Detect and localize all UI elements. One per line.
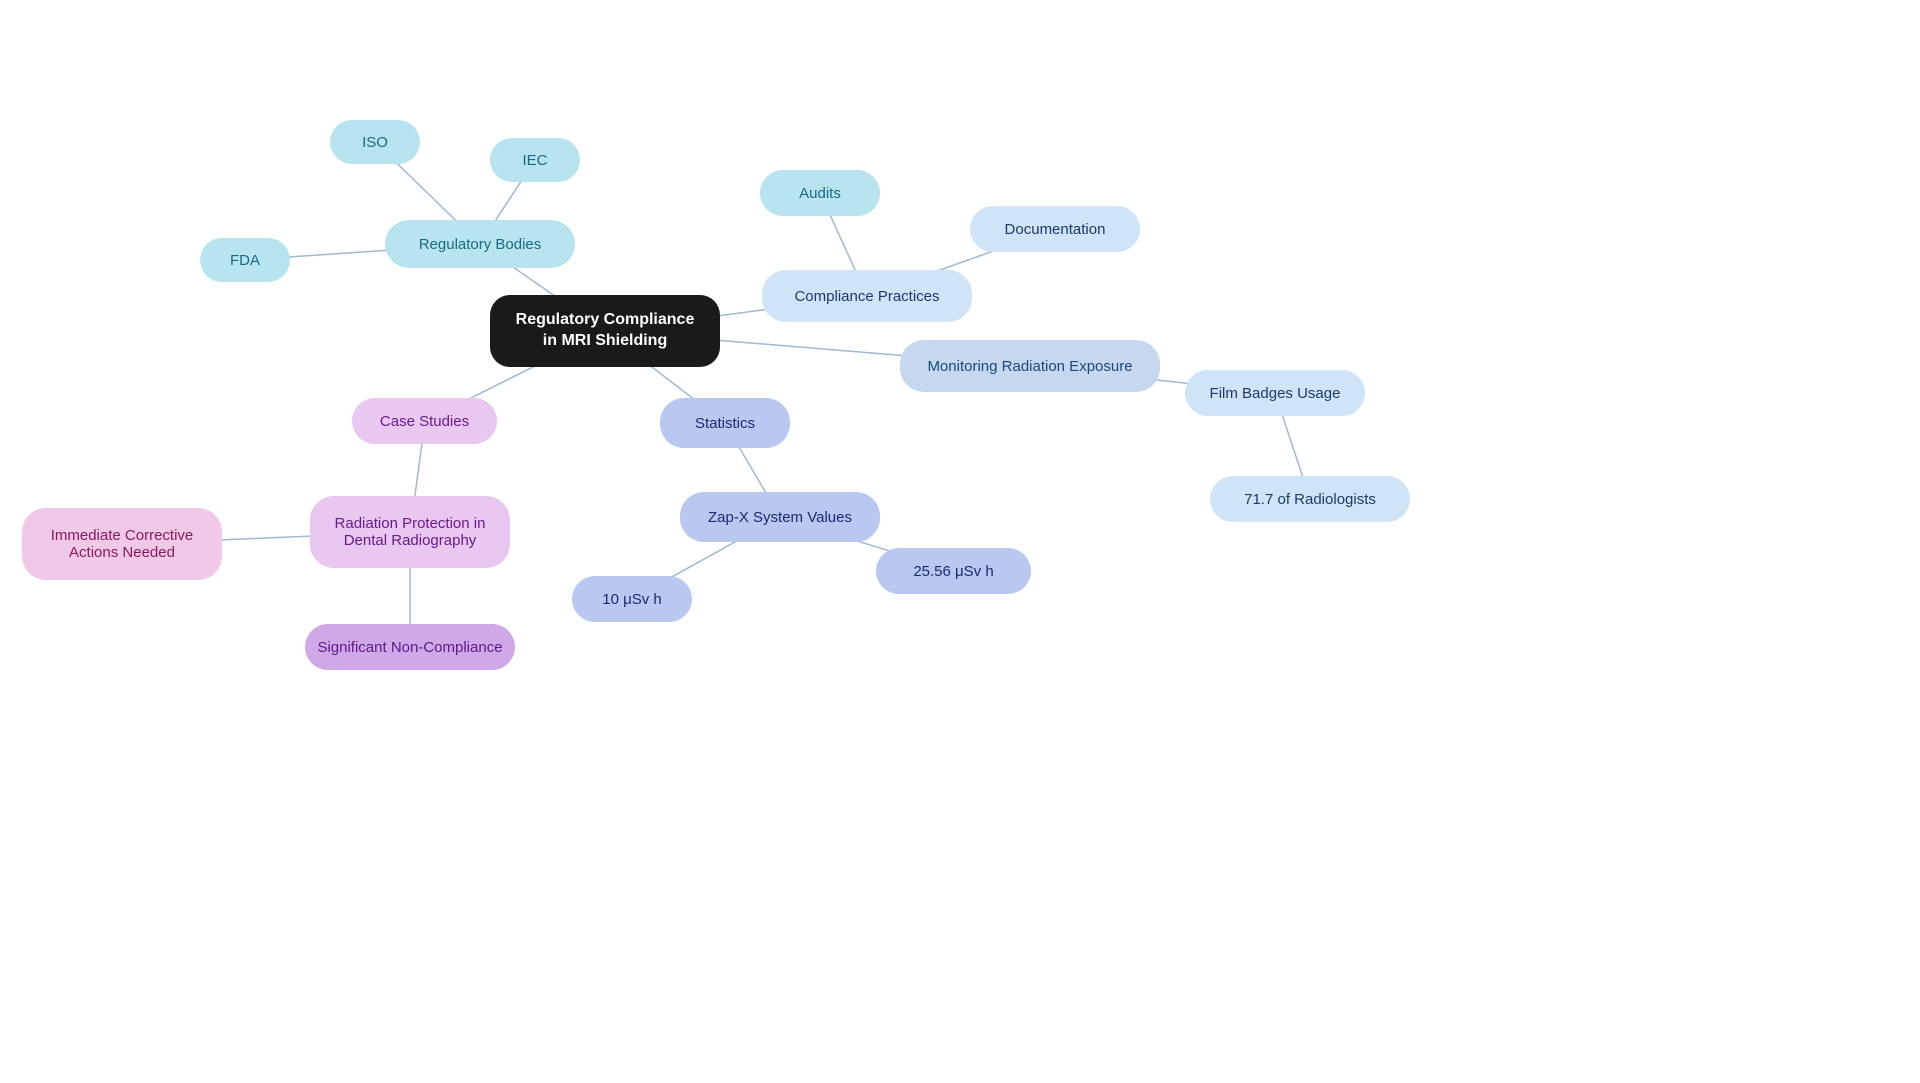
iso-node[interactable]: ISO <box>330 120 420 164</box>
significant-noncompliance-node[interactable]: Significant Non-Compliance <box>305 624 515 670</box>
zapx-node[interactable]: Zap-X System Values <box>680 492 880 542</box>
film-badges-node[interactable]: Film Badges Usage <box>1185 370 1365 416</box>
case-studies-node[interactable]: Case Studies <box>352 398 497 444</box>
regulatory-bodies-node[interactable]: Regulatory Bodies <box>385 220 575 268</box>
iec-label: IEC <box>522 152 547 169</box>
ten-usv-node[interactable]: 10 μSv h <box>572 576 692 622</box>
statistics-label: Statistics <box>695 415 755 432</box>
radiation-dental-node[interactable]: Radiation Protection in Dental Radiograp… <box>310 496 510 568</box>
center-label: Regulatory Compliance in MRI Shielding <box>508 310 702 352</box>
ten-usv-label: 10 μSv h <box>602 591 662 608</box>
iec-node[interactable]: IEC <box>490 138 580 182</box>
zapx-label: Zap-X System Values <box>708 509 852 526</box>
immediate-corrective-node[interactable]: Immediate Corrective Actions Needed <box>22 508 222 580</box>
documentation-node[interactable]: Documentation <box>970 206 1140 252</box>
film-badges-label: Film Badges Usage <box>1210 385 1341 402</box>
twentyfive-usv-node[interactable]: 25.56 μSv h <box>876 548 1031 594</box>
compliance-practices-node[interactable]: Compliance Practices <box>762 270 972 322</box>
twentyfive-usv-label: 25.56 μSv h <box>913 563 993 580</box>
audits-node[interactable]: Audits <box>760 170 880 216</box>
fda-node[interactable]: FDA <box>200 238 290 282</box>
regulatory-bodies-label: Regulatory Bodies <box>419 236 542 253</box>
monitoring-radiation-label: Monitoring Radiation Exposure <box>927 358 1132 375</box>
center-node[interactable]: Regulatory Compliance in MRI Shielding <box>490 295 720 367</box>
audits-label: Audits <box>799 185 841 202</box>
radiation-dental-label: Radiation Protection in Dental Radiograp… <box>328 515 492 549</box>
case-studies-label: Case Studies <box>380 413 469 430</box>
radiologists-node[interactable]: 71.7 of Radiologists <box>1210 476 1410 522</box>
iso-label: ISO <box>362 134 388 151</box>
documentation-label: Documentation <box>1005 221 1106 238</box>
statistics-node[interactable]: Statistics <box>660 398 790 448</box>
radiologists-label: 71.7 of Radiologists <box>1244 491 1376 508</box>
immediate-corrective-label: Immediate Corrective Actions Needed <box>40 527 204 561</box>
compliance-practices-label: Compliance Practices <box>794 288 939 305</box>
fda-label: FDA <box>230 252 260 269</box>
significant-noncompliance-label: Significant Non-Compliance <box>317 639 502 656</box>
monitoring-radiation-node[interactable]: Monitoring Radiation Exposure <box>900 340 1160 392</box>
